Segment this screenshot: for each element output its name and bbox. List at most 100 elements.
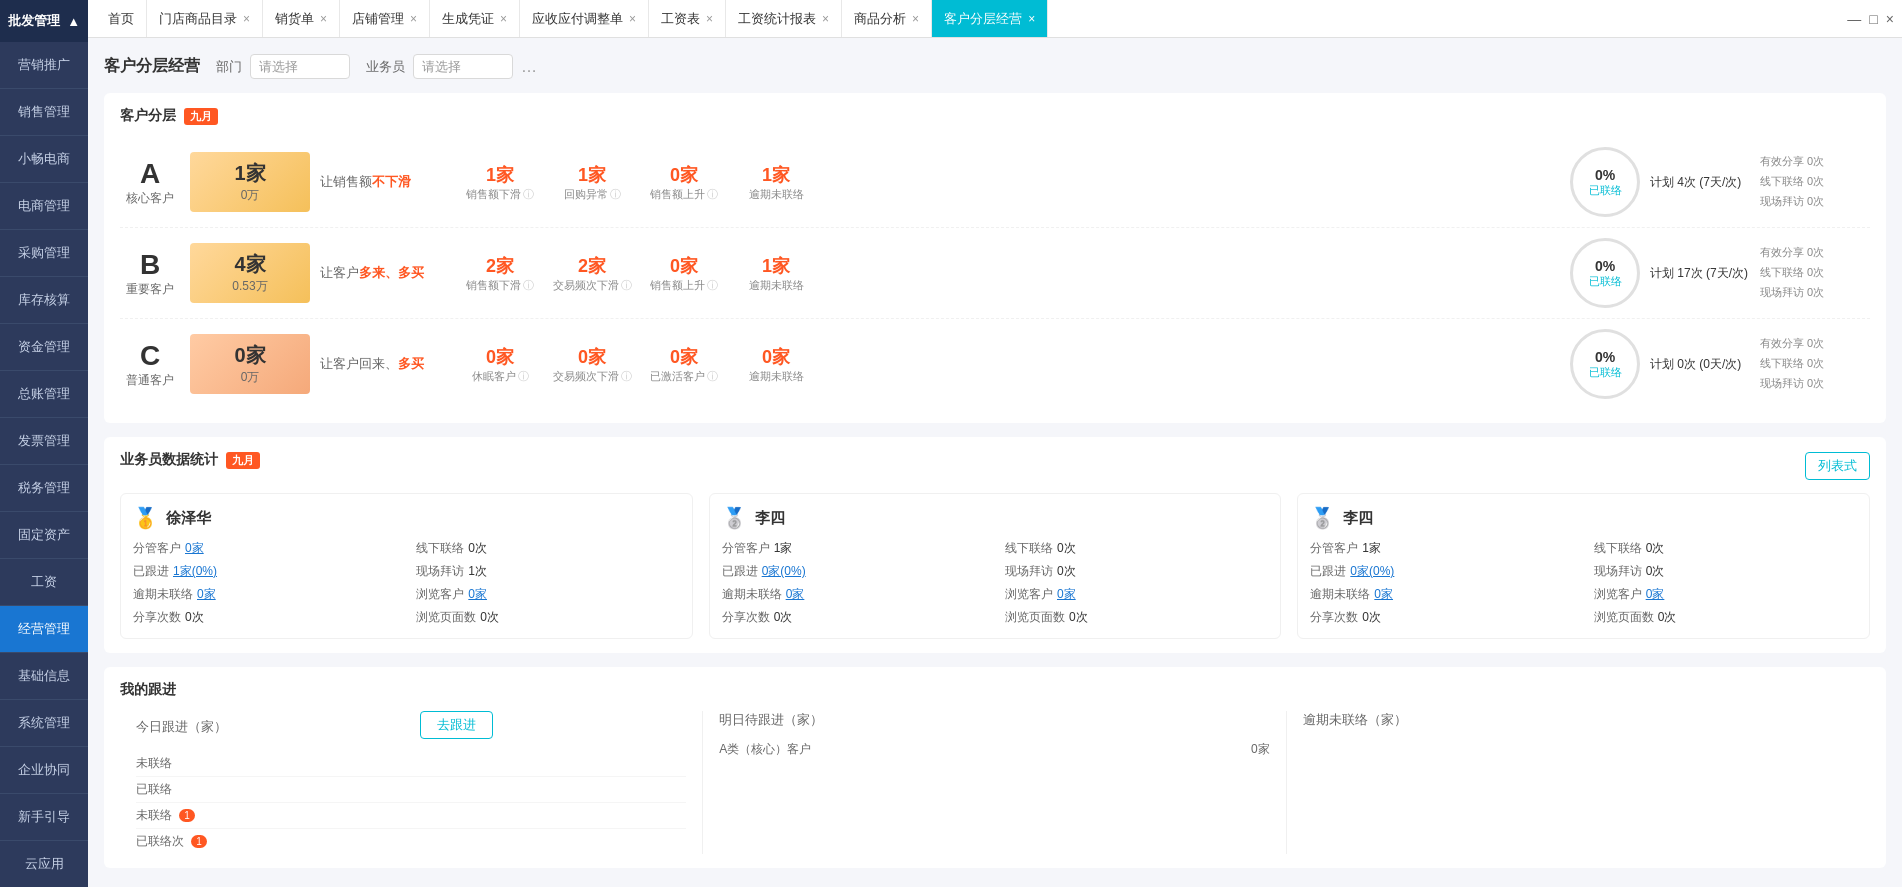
sp-stat-0-0: 分管客户0家: [133, 540, 396, 557]
tab-minimize-icon[interactable]: —: [1847, 11, 1861, 27]
sp-stat-1-3: 现场拜访0次: [1005, 563, 1268, 580]
sidebar-header[interactable]: 批发管理 ▲: [0, 0, 88, 42]
tier-a-contact-circle: 0% 已联络: [1570, 147, 1640, 217]
salesperson-stats-2: 分管客户1家 线下联络0次 已跟进0家(0%) 现场拜访0次 逾期未联络0家 浏…: [1310, 540, 1857, 626]
tier-c-count-box[interactable]: 0家 0万: [190, 334, 310, 394]
sidebar-item-cloud[interactable]: 云应用: [0, 841, 88, 887]
tier-b-contact-info: 计划 17次 (7天/次): [1650, 265, 1750, 282]
tab-customer-tier[interactable]: 客户分层经营×: [932, 0, 1048, 38]
tier-c-contact-circle: 0% 已联络: [1570, 329, 1640, 399]
sidebar-item-inventory[interactable]: 库存核算: [0, 277, 88, 324]
sidebar-item-finance[interactable]: 资金管理: [0, 324, 88, 371]
tier-b-stat-1[interactable]: 2家 销售额下滑ⓘ: [460, 254, 540, 293]
tab-sales-order[interactable]: 销货单×: [263, 0, 340, 38]
tab-close-sales-order[interactable]: ×: [320, 12, 327, 26]
sp-stat-0-1: 线下联络0次: [416, 540, 679, 557]
content-area: 客户分层经营 部门 请选择 业务员 请选择 … 客户分层 九月: [88, 38, 1902, 887]
sidebar-item-ecommerce-small[interactable]: 小畅电商: [0, 136, 88, 183]
tab-close-icon[interactable]: ×: [1886, 11, 1894, 27]
sidebar-item-ledger[interactable]: 总账管理: [0, 371, 88, 418]
tab-home[interactable]: 首页: [96, 0, 147, 38]
follow-col-tomorrow: 明日待跟进（家） A类（核心）客户 0家: [703, 711, 1286, 854]
salesperson-stats-1: 分管客户1家 线下联络0次 已跟进0家(0%) 现场拜访0次 逾期未联络0家 浏…: [722, 540, 1269, 626]
sp-stat-0-7: 浏览页面数0次: [416, 609, 679, 626]
sales-select[interactable]: 请选择: [413, 54, 513, 79]
sidebar-item-payroll[interactable]: 工资: [0, 559, 88, 606]
tier-b-contact-circle: 0% 已联络: [1570, 238, 1640, 308]
tier-c-stats: 0家 休眠客户ⓘ 0家 交易频次下滑ⓘ 0家 已激活客户ⓘ 0家 逾期未联络: [460, 345, 1560, 384]
sidebar-item-sales[interactable]: 销售管理: [0, 89, 88, 136]
tier-a-stat-2[interactable]: 1家 回购异常ⓘ: [552, 163, 632, 202]
sidebar-item-invoice[interactable]: 发票管理: [0, 418, 88, 465]
follow-overdue-title: 逾期未联络（家）: [1303, 711, 1854, 729]
tier-row-c: C 普通客户 0家 0万 让客户回来、多买 0家 休眠客户ⓘ 0家: [120, 319, 1870, 409]
sp-stat-0-5: 浏览客户0家: [416, 586, 679, 603]
medal-icon-0: 🥇: [133, 506, 158, 530]
tier-b-stat-3[interactable]: 0家 销售额上升ⓘ: [644, 254, 724, 293]
sidebar-item-purchase[interactable]: 采购管理: [0, 230, 88, 277]
tab-close-store-products[interactable]: ×: [243, 12, 250, 26]
tab-store-products[interactable]: 门店商品目录×: [147, 0, 263, 38]
tier-b-slogan: 让客户多来、多买: [320, 264, 450, 282]
tab-payroll-sheet[interactable]: 工资表×: [649, 0, 726, 38]
tier-a-stat-3[interactable]: 0家 销售额上升ⓘ: [644, 163, 724, 202]
follow-today-row-1: 未联络: [136, 751, 686, 777]
tier-b-stat-4[interactable]: 1家 逾期未联络: [736, 254, 816, 293]
sales-stats-header: 业务员数据统计 九月 列表式: [120, 451, 1870, 481]
sidebar-item-basic-info[interactable]: 基础信息: [0, 653, 88, 700]
tier-a-stat-1[interactable]: 1家 销售额下滑ⓘ: [460, 163, 540, 202]
tab-ar-ap[interactable]: 应收应付调整单×: [520, 0, 649, 38]
tab-maximize-icon[interactable]: □: [1869, 11, 1877, 27]
list-view-button[interactable]: 列表式: [1805, 452, 1870, 480]
sidebar-item-management[interactable]: 经营管理: [0, 606, 88, 653]
go-follow-button[interactable]: 去跟进: [420, 711, 493, 739]
sales-filter: 业务员 请选择 …: [366, 54, 537, 79]
sidebar-item-tax[interactable]: 税务管理: [0, 465, 88, 512]
salesperson-name-2: 🥈 李四: [1310, 506, 1857, 530]
sidebar-item-guide[interactable]: 新手引导: [0, 794, 88, 841]
sales-month-badge: 九月: [226, 452, 260, 469]
sidebar-item-ecommerce[interactable]: 电商管理: [0, 183, 88, 230]
sp-stat-2-3: 现场拜访0次: [1594, 563, 1857, 580]
tab-shop-mgmt[interactable]: 店铺管理×: [340, 0, 430, 38]
sp-stat-1-2: 已跟进0家(0%): [722, 563, 985, 580]
sidebar-item-collab[interactable]: 企业协同: [0, 747, 88, 794]
tab-close-customer-tier[interactable]: ×: [1028, 12, 1035, 26]
tier-c-contact-info: 计划 0次 (0天/次): [1650, 356, 1750, 373]
sidebar-item-system[interactable]: 系统管理: [0, 700, 88, 747]
tab-close-voucher[interactable]: ×: [500, 12, 507, 26]
tier-b-count-box[interactable]: 4家 0.53万: [190, 243, 310, 303]
dept-select[interactable]: 请选择: [250, 54, 350, 79]
sidebar-item-fixed-assets[interactable]: 固定资产: [0, 512, 88, 559]
tier-a-slogan: 让销售额不下滑: [320, 173, 450, 191]
tab-payroll-report[interactable]: 工资统计报表×: [726, 0, 842, 38]
tab-voucher[interactable]: 生成凭证×: [430, 0, 520, 38]
tab-close-shop-mgmt[interactable]: ×: [410, 12, 417, 26]
salesperson-card-1: 🥈 李四 分管客户1家 线下联络0次 已跟进0家(0%) 现场拜访0次 逾期未联…: [709, 493, 1282, 639]
tab-product-analysis[interactable]: 商品分析×: [842, 0, 932, 38]
medal-icon-2: 🥈: [1310, 506, 1335, 530]
tier-c-stat-2[interactable]: 0家 交易频次下滑ⓘ: [552, 345, 632, 384]
tab-close-ar-ap[interactable]: ×: [629, 12, 636, 26]
tier-b-stat-2[interactable]: 2家 交易频次下滑ⓘ: [552, 254, 632, 293]
salesperson-stats-0: 分管客户0家 线下联络0次 已跟进1家(0%) 现场拜访1次 逾期未联络0家 浏…: [133, 540, 680, 626]
more-filter-icon[interactable]: …: [521, 58, 537, 76]
sp-stat-1-0: 分管客户1家: [722, 540, 985, 557]
sidebar-item-marketing[interactable]: 营销推广: [0, 42, 88, 89]
tier-a-count-box[interactable]: 1家 0万: [190, 152, 310, 212]
tier-a-stat-4[interactable]: 1家 逾期未联络: [736, 163, 816, 202]
sidebar-toggle-icon: ▲: [67, 14, 80, 29]
tab-close-payroll-report[interactable]: ×: [822, 12, 829, 26]
tab-close-product-analysis[interactable]: ×: [912, 12, 919, 26]
sp-stat-2-6: 分享次数0次: [1310, 609, 1573, 626]
salesperson-card-0: 🥇 徐泽华 分管客户0家 线下联络0次 已跟进1家(0%) 现场拜访1次 逾期未…: [120, 493, 693, 639]
tier-c-stat-1[interactable]: 0家 休眠客户ⓘ: [460, 345, 540, 384]
follow-tomorrow-title: 明日待跟进（家）: [719, 711, 1269, 729]
sp-stat-1-1: 线下联络0次: [1005, 540, 1268, 557]
tier-c-stat-3[interactable]: 0家 已激活客户ⓘ: [644, 345, 724, 384]
tier-c-stat-4[interactable]: 0家 逾期未联络: [736, 345, 816, 384]
tab-bar-actions: — □ ×: [1847, 11, 1894, 27]
tab-close-payroll[interactable]: ×: [706, 12, 713, 26]
medal-icon-1: 🥈: [722, 506, 747, 530]
salesperson-card-2: 🥈 李四 分管客户1家 线下联络0次 已跟进0家(0%) 现场拜访0次 逾期未联…: [1297, 493, 1870, 639]
